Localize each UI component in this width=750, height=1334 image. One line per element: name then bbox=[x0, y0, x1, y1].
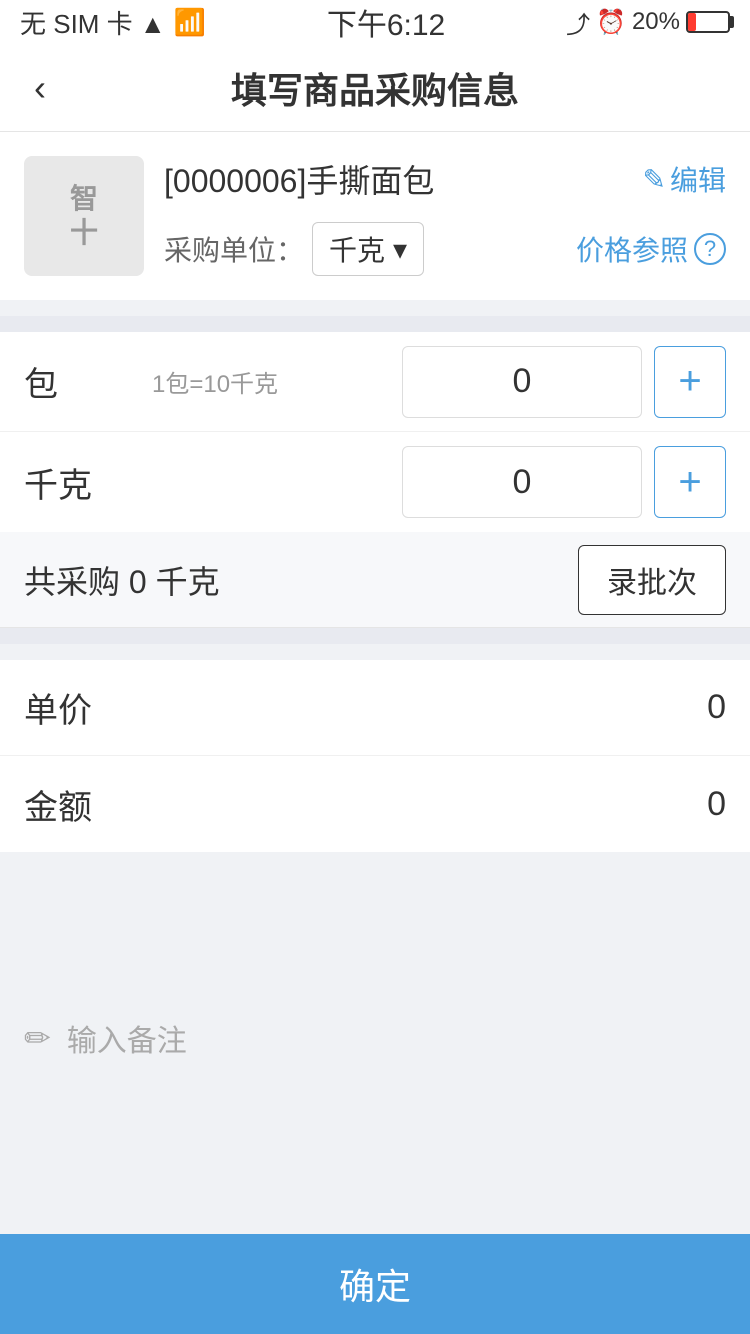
unit-price-row: 单价 0 bbox=[0, 660, 750, 756]
edit-button[interactable]: ✎ 编辑 bbox=[643, 159, 726, 199]
kilogram-plus-button[interactable]: + bbox=[654, 446, 726, 518]
confirm-button[interactable]: 确定 bbox=[0, 1234, 750, 1334]
wifi-icon: 📶 bbox=[174, 7, 206, 38]
sim-label: 无 SIM 卡 ▲ bbox=[20, 4, 166, 41]
price-ref-button[interactable]: 价格参照 ? bbox=[576, 229, 726, 269]
record-batch-button[interactable]: 录批次 bbox=[578, 545, 726, 615]
product-image: 智 十 bbox=[24, 156, 144, 276]
dropdown-arrow-icon: ▾ bbox=[393, 233, 407, 266]
status-bar: 无 SIM 卡 ▲ 📶 下午6:12 ⤴ ⏰ 20% bbox=[0, 0, 750, 44]
product-logo: 智 十 bbox=[70, 182, 98, 249]
edit-icon: ✎ bbox=[643, 163, 666, 196]
section-divider-2 bbox=[0, 628, 750, 644]
kilogram-input[interactable]: 0 bbox=[402, 446, 642, 518]
alarm-icon: ⏰ bbox=[596, 8, 626, 37]
purchase-unit-row: 采购单位： 千克 ▾ 价格参照 ? bbox=[164, 222, 726, 276]
input-section: 包 1包=10千克 0 + 千克 0 + bbox=[0, 332, 750, 532]
amount-label: 金额 bbox=[24, 780, 92, 829]
status-time: 下午6:12 bbox=[327, 0, 445, 44]
pencil-icon: ✏ bbox=[24, 1019, 51, 1057]
bao-row: 包 1包=10千克 0 + bbox=[0, 332, 750, 432]
status-right: ⤴ ⏰ 20% bbox=[566, 5, 730, 40]
total-label: 共采购 0 千克 bbox=[24, 557, 220, 603]
unit-dropdown[interactable]: 千克 ▾ bbox=[312, 222, 424, 276]
product-name: [0000006]手撕面包 bbox=[164, 156, 434, 202]
location-icon: ⤴ bbox=[566, 5, 590, 40]
bao-label: 包 bbox=[24, 357, 144, 406]
bao-plus-button[interactable]: + bbox=[654, 346, 726, 418]
info-icon: ? bbox=[694, 233, 726, 265]
price-info-section: 单价 0 金额 0 bbox=[0, 660, 750, 852]
product-info: [0000006]手撕面包 ✎ 编辑 采购单位： 千克 ▾ 价格参照 ? bbox=[164, 156, 726, 276]
unit-label: 采购单位： bbox=[164, 229, 304, 269]
status-left: 无 SIM 卡 ▲ 📶 bbox=[20, 4, 206, 41]
total-row: 共采购 0 千克 录批次 bbox=[0, 532, 750, 628]
product-card: 智 十 [0000006]手撕面包 ✎ 编辑 采购单位： 千克 ▾ 价格参照 bbox=[0, 132, 750, 300]
amount-row: 金额 0 bbox=[0, 756, 750, 852]
unit-price-value: 0 bbox=[707, 688, 726, 727]
amount-value: 0 bbox=[707, 785, 726, 824]
kilogram-label: 千克 bbox=[24, 458, 144, 507]
page-title: 填写商品采购信息 bbox=[231, 62, 519, 114]
back-button[interactable]: ‹ bbox=[24, 57, 56, 119]
battery-percent: 20% bbox=[632, 8, 680, 36]
product-name-row: [0000006]手撕面包 ✎ 编辑 bbox=[164, 156, 726, 202]
battery-icon bbox=[686, 11, 730, 33]
unit-price-label: 单价 bbox=[24, 683, 92, 732]
bao-input[interactable]: 0 bbox=[402, 346, 642, 418]
section-divider-1 bbox=[0, 316, 750, 332]
nav-bar: ‹ 填写商品采购信息 bbox=[0, 44, 750, 132]
remark-placeholder: 输入备注 bbox=[67, 1016, 187, 1060]
remark-section[interactable]: ✏ 输入备注 bbox=[0, 868, 750, 1208]
kilogram-row: 千克 0 + bbox=[0, 432, 750, 532]
bao-sub-label: 1包=10千克 bbox=[152, 364, 278, 399]
